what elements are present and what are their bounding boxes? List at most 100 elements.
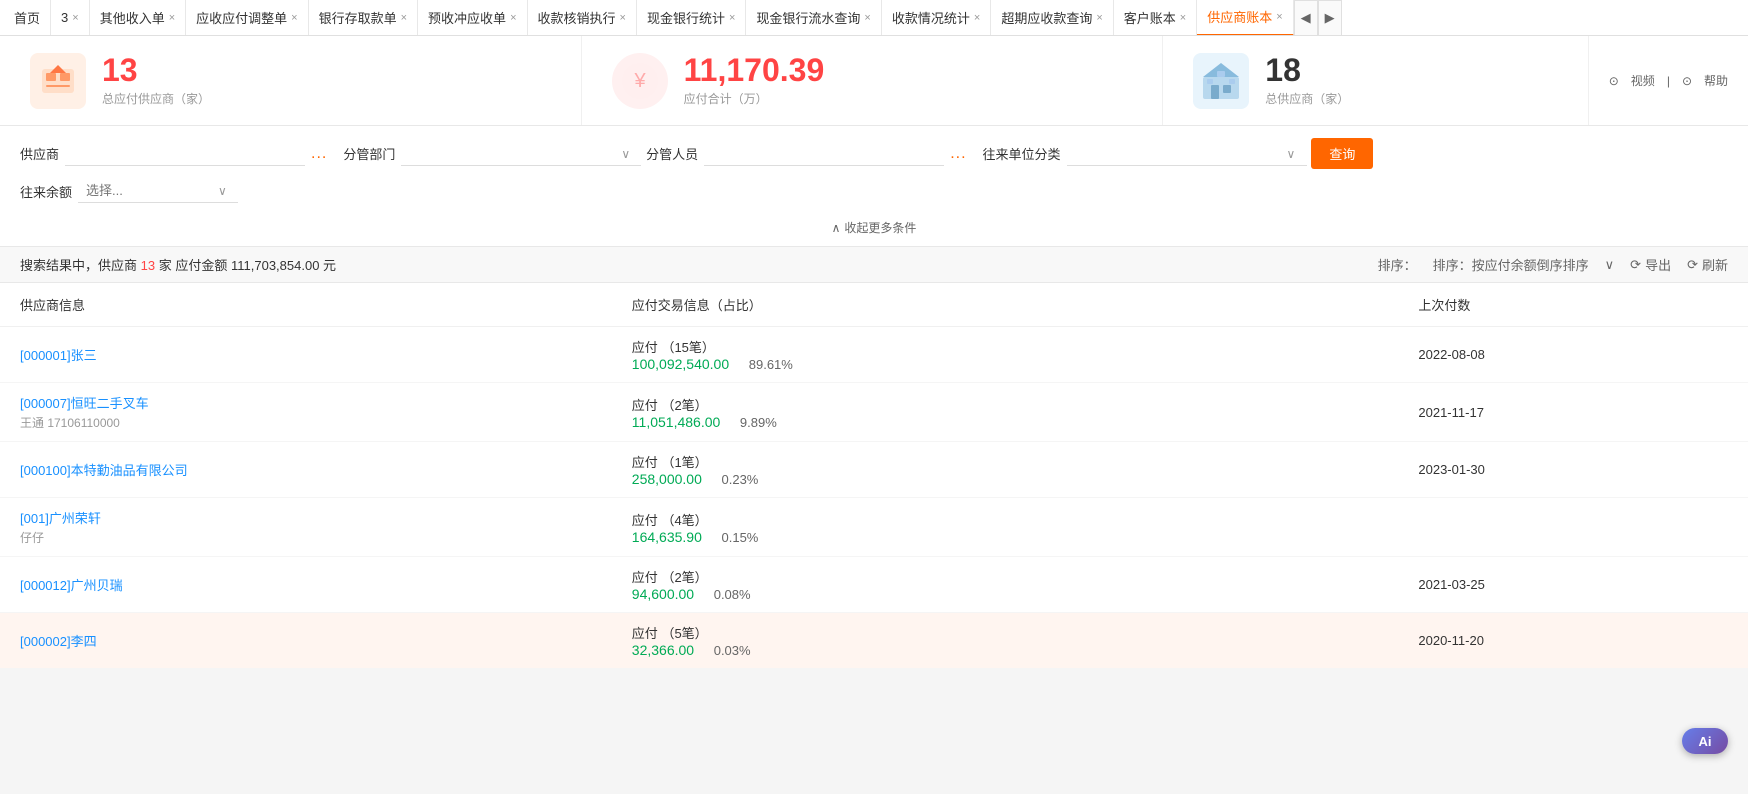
supplier-filter-label: 供应商 [20,144,59,163]
person-dots[interactable]: ... [950,145,966,163]
sort-link[interactable]: 排序：按应付余额倒序排序 [1433,255,1589,274]
video-link[interactable]: 视频 [1631,72,1655,89]
export-icon: ⟳ [1630,257,1641,273]
nav-tab-prepay-ar[interactable]: 预收冲应收单 × [418,0,527,36]
tx-info-2: 应付 （2笔） [632,395,1379,414]
result-info-suffix: 元 [323,258,336,273]
tx-amount-row-2: 11,051,486.00 9.89% [632,414,1379,430]
category-filter: 往来单位分类 ∨ [983,142,1296,166]
ai-button[interactable]: Ai [1682,728,1728,754]
supplier-link-4[interactable]: [001]广州荣轩 [20,511,101,526]
filter-area: 供应商 ... 分管部门 ∨ 分管人员 ... 往来单位分类 ∨ 查询 [0,126,1748,247]
nav-tab-overdue-query[interactable]: 超期应收款查询 × [991,0,1113,36]
col-transaction-info: 应付交易信息（占比） [612,283,1399,327]
supplier-link-3[interactable]: [000100]本特勤油品有限公司 [20,463,188,478]
supplier-filter: 供应商 ... [20,142,327,166]
person-input[interactable] [704,142,944,166]
supplier-ledger-close[interactable]: × [1276,11,1282,23]
transaction-cell-1: 应付 （15笔） 100,092,540.00 89.61% [612,327,1399,383]
percentage-6: 0.03% [714,643,751,658]
ai-label: Ai [1699,734,1712,749]
nav-left-arrow[interactable]: ◀ [1294,0,1318,36]
result-actions: 排序： 排序：按应付余额倒序排序 ∨ ⟳ 导出 ⟳ 刷新 [1378,255,1728,274]
export-button[interactable]: ⟳ 导出 [1630,255,1671,274]
table-row: [000012]广州贝瑞 应付 （2笔） 94,600.00 0.08% 202… [0,557,1748,613]
other-income-close[interactable]: × [169,12,175,24]
amount-4: 164,635.90 [632,529,702,545]
last-payment-cell-3: 2023-01-30 [1398,442,1748,498]
refresh-icon: ⟳ [1687,257,1698,273]
supplier-link-2[interactable]: [000007]恒旺二手叉车 [20,396,149,411]
nav-tab-receipt-verify[interactable]: 收款核销执行 × [528,0,637,36]
supplier-input[interactable] [65,142,305,166]
percentage-5: 0.08% [714,587,751,602]
nav-tab-home[interactable]: 首页 [4,0,51,36]
customer-ledger-label: 客户账本 [1124,8,1176,27]
cash-flow-query-close[interactable]: × [864,12,870,24]
result-info: 搜索结果中，供应商 13 家 应付金额 111,703,854.00 元 [20,255,336,274]
tx-type-5: 应付 [632,570,658,585]
other-income-label: 其他收入单 [100,8,165,27]
nav-tab-receipt-stat[interactable]: 收款情况统计 × [882,0,991,36]
supplier-link-6[interactable]: [000002]李四 [20,634,97,649]
transaction-cell-3: 应付 （1笔） 258,000.00 0.23% [612,442,1399,498]
customer-ledger-close[interactable]: × [1180,12,1186,24]
supplier-dots[interactable]: ... [311,145,327,163]
tx-info-5: 应付 （2笔） [632,567,1379,586]
prepay-ar-close[interactable]: × [510,12,516,24]
tab3-close[interactable]: × [72,12,78,24]
tx-amount-row-1: 100,092,540.00 89.61% [632,356,1379,372]
supplier-icon [30,53,86,109]
nav-right-arrow[interactable]: ▶ [1318,0,1342,36]
nav-tab-other-income[interactable]: 其他收入单 × [90,0,186,36]
table-row: [000100]本特勤油品有限公司 应付 （1笔） 258,000.00 0.2… [0,442,1748,498]
tx-count-5: （2笔） [661,570,707,585]
export-label: 导出 [1645,255,1671,274]
receipt-stat-close[interactable]: × [974,12,980,24]
category-input[interactable] [1067,142,1307,166]
supplier-cell-4: [001]广州荣轩 仔仔 [0,498,612,557]
nav-tab-customer-ledger[interactable]: 客户账本 × [1114,0,1197,36]
last-payment-date-5: 2021-03-25 [1418,577,1485,592]
dept-input[interactable] [401,142,641,166]
cash-bank-stat-close[interactable]: × [729,12,735,24]
table-row: [000001]张三 应付 （15笔） 100,092,540.00 89.61… [0,327,1748,383]
last-payment-date-2: 2021-11-17 [1418,405,1484,420]
search-button[interactable]: 查询 [1311,138,1373,169]
stat2-number: 11,170.39 [684,54,825,86]
last-payment-cell-1: 2022-08-08 [1398,327,1748,383]
supplier-sub-4: 仔仔 [20,529,592,546]
sort-arrow-icon[interactable]: ∨ [1605,257,1615,273]
tx-info-3: 应付 （1笔） [632,452,1379,471]
circle-icon2: ⊙ [1682,74,1692,88]
supplier-link-1[interactable]: [000001]张三 [20,348,97,363]
receipt-verify-close[interactable]: × [620,12,626,24]
supplier-ledger-label: 供应商账本 [1207,7,1272,26]
tx-info-6: 应付 （5笔） [632,623,1379,642]
balance-input[interactable] [78,179,238,203]
refresh-button[interactable]: ⟳ 刷新 [1687,255,1728,274]
percentage-1: 89.61% [749,357,793,372]
table-body: [000001]张三 应付 （15笔） 100,092,540.00 89.61… [0,327,1748,669]
col-supplier-info: 供应商信息 [0,283,612,327]
collapse-icon: ∧ [832,221,841,235]
ar-ap-adjust-close[interactable]: × [291,12,297,24]
help-link[interactable]: 帮助 [1704,72,1728,89]
nav-tab-bank-deposit[interactable]: 银行存取款单 × [309,0,418,36]
result-info-prefix: 搜索结果中，供应商 [20,258,137,273]
person-filter: 分管人员 ... [646,142,966,166]
nav-tab-3[interactable]: 3 × [51,0,90,36]
collapse-button[interactable]: ∧ 收起更多条件 [20,213,1728,246]
supplier-link-5[interactable]: [000012]广州贝瑞 [20,578,123,593]
separator: | [1667,74,1670,88]
supplier-cell-1: [000001]张三 [0,327,612,383]
overdue-query-close[interactable]: × [1096,12,1102,24]
refresh-label: 刷新 [1702,255,1728,274]
last-payment-date-3: 2023-01-30 [1418,462,1485,477]
nav-tab-supplier-ledger[interactable]: 供应商账本 × [1197,0,1293,36]
bank-deposit-close[interactable]: × [401,12,407,24]
nav-tab-ar-ap-adjust[interactable]: 应收应付调整单 × [186,0,308,36]
nav-tab-cash-bank-stat[interactable]: 现金银行统计 × [637,0,746,36]
nav-tab-cash-flow-query[interactable]: 现金银行流水查询 × [746,0,881,36]
transaction-cell-6: 应付 （5笔） 32,366.00 0.03% [612,613,1399,669]
